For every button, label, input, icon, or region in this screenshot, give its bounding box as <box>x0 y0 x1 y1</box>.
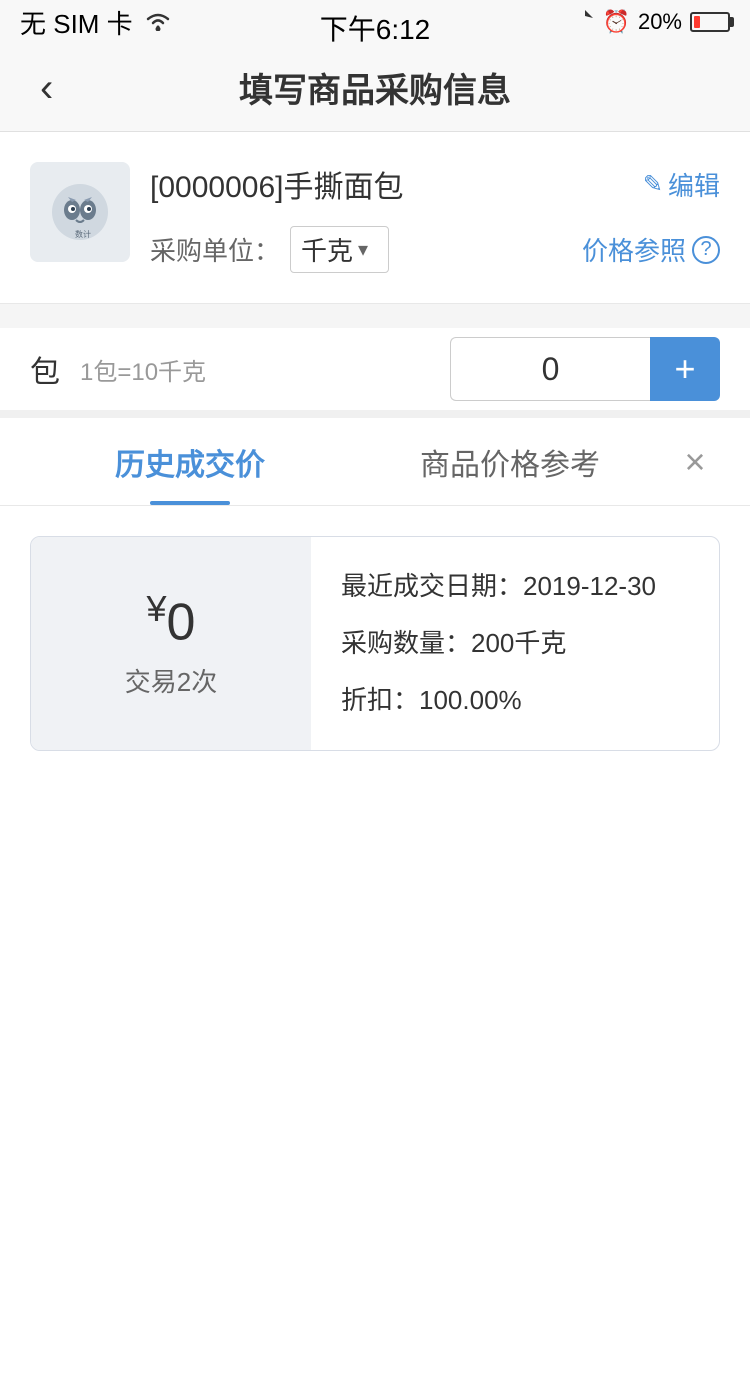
help-icon: ? <box>692 236 720 264</box>
detail-quantity-row: 采购数量：200千克 <box>341 624 689 663</box>
detail-date-row: 最近成交日期：2019-12-30 <box>341 567 689 606</box>
status-right: ⏰ 20% <box>575 8 730 36</box>
battery-icon <box>690 12 730 32</box>
discount-label: 折扣： <box>341 685 419 715</box>
tab-close-button[interactable]: × <box>670 437 720 487</box>
qty-plus-button[interactable]: + <box>650 337 720 401</box>
page-body <box>0 781 750 1381</box>
qty-unit-label: 包 <box>30 347 60 391</box>
tab-history-price[interactable]: 历史成交价 <box>30 418 350 505</box>
quantity-row: 包 1包=10千克 0 + <box>0 328 750 418</box>
product-name: [0000006]手撕面包 <box>150 162 403 206</box>
detail-discount-row: 折扣：100.00% <box>341 681 689 720</box>
history-content: ¥0 交易2次 最近成交日期：2019-12-30 采购数量：200千克 折扣：… <box>0 506 750 781</box>
tab-price-reference[interactable]: 商品价格参考 <box>350 418 670 505</box>
carrier-text: 无 SIM 卡 <box>20 4 133 41</box>
status-time: 下午6:12 <box>320 8 431 48</box>
tab-price-ref-label: 商品价格参考 <box>420 440 600 484</box>
product-name-row: [0000006]手撕面包 ✎ 编辑 <box>150 162 720 206</box>
product-image: 数计 <box>30 162 130 262</box>
tab-header: 历史成交价 商品价格参考 × <box>0 418 750 506</box>
currency-symbol: ¥ <box>147 588 167 629</box>
quantity-value: 200千克 <box>471 628 566 658</box>
date-value: 2019-12-30 <box>523 571 656 601</box>
quantity-label: 采购数量： <box>341 628 471 658</box>
history-card: ¥0 交易2次 最近成交日期：2019-12-30 采购数量：200千克 折扣：… <box>30 536 720 751</box>
close-icon: × <box>684 441 705 483</box>
edit-button[interactable]: ✎ 编辑 <box>643 166 720 203</box>
page-title: 填写商品采购信息 <box>239 63 511 112</box>
product-info: [0000006]手撕面包 ✎ 编辑 采购单位： 千克 ▾ 价格参照 ? <box>150 162 720 273</box>
nav-bar: ‹ 填写商品采购信息 <box>0 44 750 132</box>
svg-text:数计: 数计 <box>75 229 91 239</box>
location-icon <box>575 8 595 36</box>
unit-label: 采购单位： <box>150 231 280 268</box>
product-logo: 数计 <box>50 182 110 242</box>
date-label: 最近成交日期： <box>341 571 523 601</box>
unit-select[interactable]: 千克 ▾ <box>290 226 389 273</box>
back-button[interactable]: ‹ <box>30 58 63 118</box>
unit-value: 千克 <box>301 231 353 268</box>
status-left: 无 SIM 卡 <box>20 4 173 41</box>
dropdown-arrow-icon: ▾ <box>358 237 368 262</box>
edit-label: 编辑 <box>668 166 720 203</box>
qty-value: 0 <box>542 351 560 388</box>
battery-percent: 20% <box>638 9 682 35</box>
trade-count: 交易2次 <box>125 662 217 699</box>
unit-row: 采购单位： 千克 ▾ 价格参照 ? <box>150 226 720 273</box>
price-reference-button[interactable]: 价格参照 ? <box>582 231 720 268</box>
status-bar: 无 SIM 卡 下午6:12 ⏰ 20% <box>0 0 750 44</box>
alarm-icon: ⏰ <box>603 9 630 35</box>
plus-icon: + <box>674 348 695 390</box>
qty-input-area: 0 + <box>226 337 720 401</box>
history-details-section: 最近成交日期：2019-12-30 采购数量：200千克 折扣：100.00% <box>311 537 719 750</box>
price-ref-label: 价格参照 <box>582 231 686 268</box>
tab-active-indicator <box>150 501 230 505</box>
history-price-section: ¥0 交易2次 <box>31 537 311 750</box>
tab-history-label: 历史成交价 <box>115 440 265 484</box>
discount-value: 100.00% <box>419 685 522 715</box>
quantity-separator <box>0 304 750 328</box>
tab-panel: 历史成交价 商品价格参考 × ¥0 交易2次 最近成交日期：2019-12-30 <box>0 418 750 781</box>
product-card: 数计 [0000006]手撕面包 ✎ 编辑 采购单位： 千克 ▾ 价格参照 ? <box>0 132 750 304</box>
qty-conversion: 1包=10千克 <box>80 352 206 387</box>
price-number: 0 <box>167 593 196 651</box>
qty-input[interactable]: 0 <box>450 337 650 401</box>
history-price-value: ¥0 <box>147 588 196 652</box>
wifi-icon <box>143 7 173 38</box>
edit-icon: ✎ <box>643 170 663 199</box>
